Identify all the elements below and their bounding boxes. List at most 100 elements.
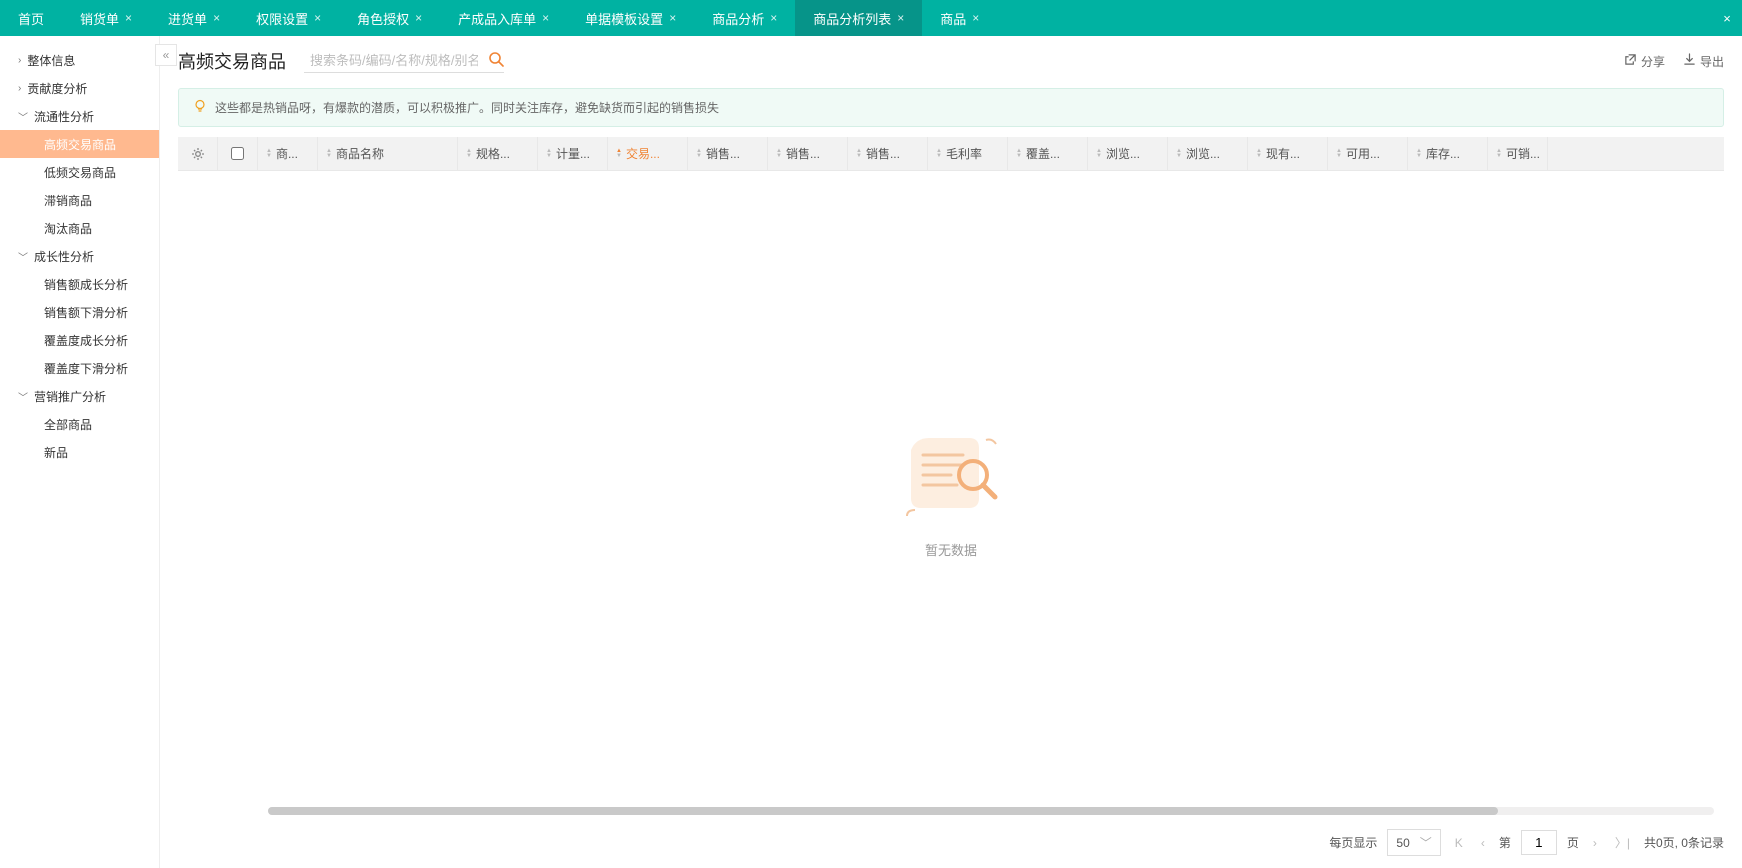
column-header-c2[interactable]: ▲▼商品名称 bbox=[318, 137, 458, 170]
sort-icon: ▲▼ bbox=[1016, 149, 1022, 159]
tab-5[interactable]: 产成品入库单 × bbox=[440, 0, 567, 36]
column-header-c5[interactable]: ▲▼交易... bbox=[608, 137, 688, 170]
column-header-c4[interactable]: ▲▼ 计量... bbox=[538, 137, 608, 170]
share-icon bbox=[1624, 53, 1637, 69]
search-icon[interactable] bbox=[488, 51, 504, 71]
sidebar-item-2-3[interactable]: 淘汰商品 bbox=[0, 214, 159, 242]
page-next-button[interactable]: › bbox=[1589, 836, 1601, 850]
column-header-c15[interactable]: ▲▼库存... bbox=[1408, 137, 1488, 170]
close-icon[interactable]: × bbox=[415, 11, 422, 25]
share-button[interactable]: 分享 bbox=[1624, 53, 1665, 70]
close-icon[interactable]: × bbox=[897, 11, 904, 25]
page-input[interactable] bbox=[1521, 830, 1557, 855]
empty-state: 暂无数据 bbox=[160, 171, 1742, 807]
close-all-tabs-button[interactable]: × bbox=[1712, 0, 1742, 36]
tab-8[interactable]: 商品分析列表 × bbox=[795, 0, 922, 36]
tab-7[interactable]: 商品分析× bbox=[694, 0, 795, 36]
column-header-c1[interactable]: ▲▼商... bbox=[258, 137, 318, 170]
sort-icon: ▲▼ bbox=[546, 149, 552, 159]
chevron-down-icon: ﹀ bbox=[18, 109, 28, 124]
sidebar-item-3-3[interactable]: 覆盖度下滑分析 bbox=[0, 354, 159, 382]
close-icon[interactable]: × bbox=[314, 11, 321, 25]
close-icon[interactable]: × bbox=[770, 11, 777, 25]
close-icon[interactable]: × bbox=[213, 11, 220, 25]
sidebar-group-label: 流通性分析 bbox=[34, 108, 94, 125]
column-label: 计量... bbox=[556, 145, 590, 162]
tab-3[interactable]: 权限设置 × bbox=[238, 0, 339, 36]
table-header: ▲▼商...▲▼商品名称▲▼规格...▲▼计量...▲▼交易...▲▼销售...… bbox=[178, 137, 1724, 171]
empty-label: 暂无数据 bbox=[925, 540, 977, 559]
search-input[interactable] bbox=[304, 49, 484, 72]
share-label: 分享 bbox=[1641, 53, 1665, 70]
horizontal-scrollbar[interactable] bbox=[178, 807, 1724, 817]
sidebar-group-0[interactable]: › 整体信息 bbox=[0, 46, 159, 74]
page-first-button[interactable]: K bbox=[1451, 836, 1467, 850]
tab-9[interactable]: 商品× bbox=[922, 0, 997, 36]
column-header-c14[interactable]: ▲▼可用... bbox=[1328, 137, 1408, 170]
select-all-checkbox[interactable] bbox=[231, 147, 244, 160]
sidebar-item-2-0[interactable]: 高频交易商品 bbox=[0, 130, 159, 158]
tab-4[interactable]: 角色授权 × bbox=[339, 0, 440, 36]
sort-icon: ▲▼ bbox=[1496, 149, 1502, 159]
sidebar-group-4[interactable]: ﹀营销推广分析 bbox=[0, 382, 159, 410]
column-header-c12[interactable]: ▲▼浏览... bbox=[1168, 137, 1248, 170]
sidebar-item-4-0[interactable]: 全部商品 bbox=[0, 410, 159, 438]
column-header-c6[interactable]: ▲▼销售... bbox=[688, 137, 768, 170]
tab-6[interactable]: 单据模板设置× bbox=[567, 0, 694, 36]
sidebar-item-3-2[interactable]: 覆盖度成长分析 bbox=[0, 326, 159, 354]
tab-label: 角色授权 bbox=[357, 9, 409, 28]
column-label: 可销... bbox=[1506, 145, 1540, 162]
sidebar-item-4-1[interactable]: 新品 bbox=[0, 438, 159, 466]
close-icon[interactable]: × bbox=[972, 11, 979, 25]
column-label: 浏览... bbox=[1106, 145, 1140, 162]
sidebar-group-2[interactable]: ﹀ 流通性分析 bbox=[0, 102, 159, 130]
close-icon[interactable]: × bbox=[125, 11, 132, 25]
tab-1[interactable]: 销货单× bbox=[62, 0, 150, 36]
sort-icon: ▲▼ bbox=[616, 149, 622, 159]
sidebar-group-3[interactable]: ﹀成长性分析 bbox=[0, 242, 159, 270]
column-settings-button[interactable] bbox=[178, 137, 218, 170]
column-header-c3[interactable]: ▲▼规格... bbox=[458, 137, 538, 170]
sidebar-item-3-0[interactable]: 销售额成长分析 bbox=[0, 270, 159, 298]
column-header-c13[interactable]: ▲▼现有... bbox=[1248, 137, 1328, 170]
column-header-c16[interactable]: ▲▼ 可销... bbox=[1488, 137, 1548, 170]
tab-0[interactable]: 首页 bbox=[0, 0, 62, 36]
page-prev-button[interactable]: ‹ bbox=[1477, 836, 1489, 850]
close-icon[interactable]: × bbox=[542, 11, 549, 25]
sidebar-item-3-1[interactable]: 销售额下滑分析 bbox=[0, 298, 159, 326]
pagination: 每页显示 50 ﹀ K ‹ 第 页 › 〉| 共0页, 0条记录 bbox=[160, 817, 1742, 868]
tab-label: 产成品入库单 bbox=[458, 9, 536, 28]
sidebar-group-label: 成长性分析 bbox=[34, 248, 94, 265]
tab-label: 商品分析列表 bbox=[813, 9, 891, 28]
empty-illustration-icon bbox=[891, 420, 1011, 530]
select-all-header bbox=[218, 137, 258, 170]
page-last-button[interactable]: 〉| bbox=[1611, 834, 1634, 851]
sort-icon: ▲▼ bbox=[1256, 149, 1262, 159]
sidebar-item-2-2[interactable]: 滞销商品 bbox=[0, 186, 159, 214]
sidebar-collapse-button[interactable]: « bbox=[155, 44, 177, 66]
column-header-c10[interactable]: ▲▼覆盖... bbox=[1008, 137, 1088, 170]
column-label: 商品名称 bbox=[336, 145, 384, 162]
close-icon[interactable]: × bbox=[669, 11, 676, 25]
column-header-c9[interactable]: ▲▼毛利率 bbox=[928, 137, 1008, 170]
export-label: 导出 bbox=[1700, 53, 1724, 70]
sidebar-group-label: 整体信息 bbox=[27, 52, 75, 69]
per-page-label: 每页显示 bbox=[1329, 834, 1377, 851]
tab-label: 首页 bbox=[18, 9, 44, 28]
page-prefix: 第 bbox=[1499, 834, 1511, 851]
export-button[interactable]: 导出 bbox=[1683, 53, 1724, 70]
column-header-c8[interactable]: ▲▼销售... bbox=[848, 137, 928, 170]
column-label: 规格... bbox=[476, 145, 510, 162]
chevron-right-icon: › bbox=[18, 55, 21, 66]
sidebar-group-1[interactable]: ›贡献度分析 bbox=[0, 74, 159, 102]
per-page-select[interactable]: 50 ﹀ bbox=[1387, 829, 1440, 856]
column-label: 销售... bbox=[786, 145, 820, 162]
tab-2[interactable]: 进货单× bbox=[150, 0, 238, 36]
column-header-c7[interactable]: ▲▼销售... bbox=[768, 137, 848, 170]
sort-icon: ▲▼ bbox=[696, 149, 702, 159]
main-content: 高频交易商品 分享 导出 bbox=[160, 36, 1742, 868]
column-header-c11[interactable]: ▲▼浏览... bbox=[1088, 137, 1168, 170]
sort-icon: ▲▼ bbox=[856, 149, 862, 159]
tab-label: 权限设置 bbox=[256, 9, 308, 28]
sidebar-item-2-1[interactable]: 低频交易商品 bbox=[0, 158, 159, 186]
